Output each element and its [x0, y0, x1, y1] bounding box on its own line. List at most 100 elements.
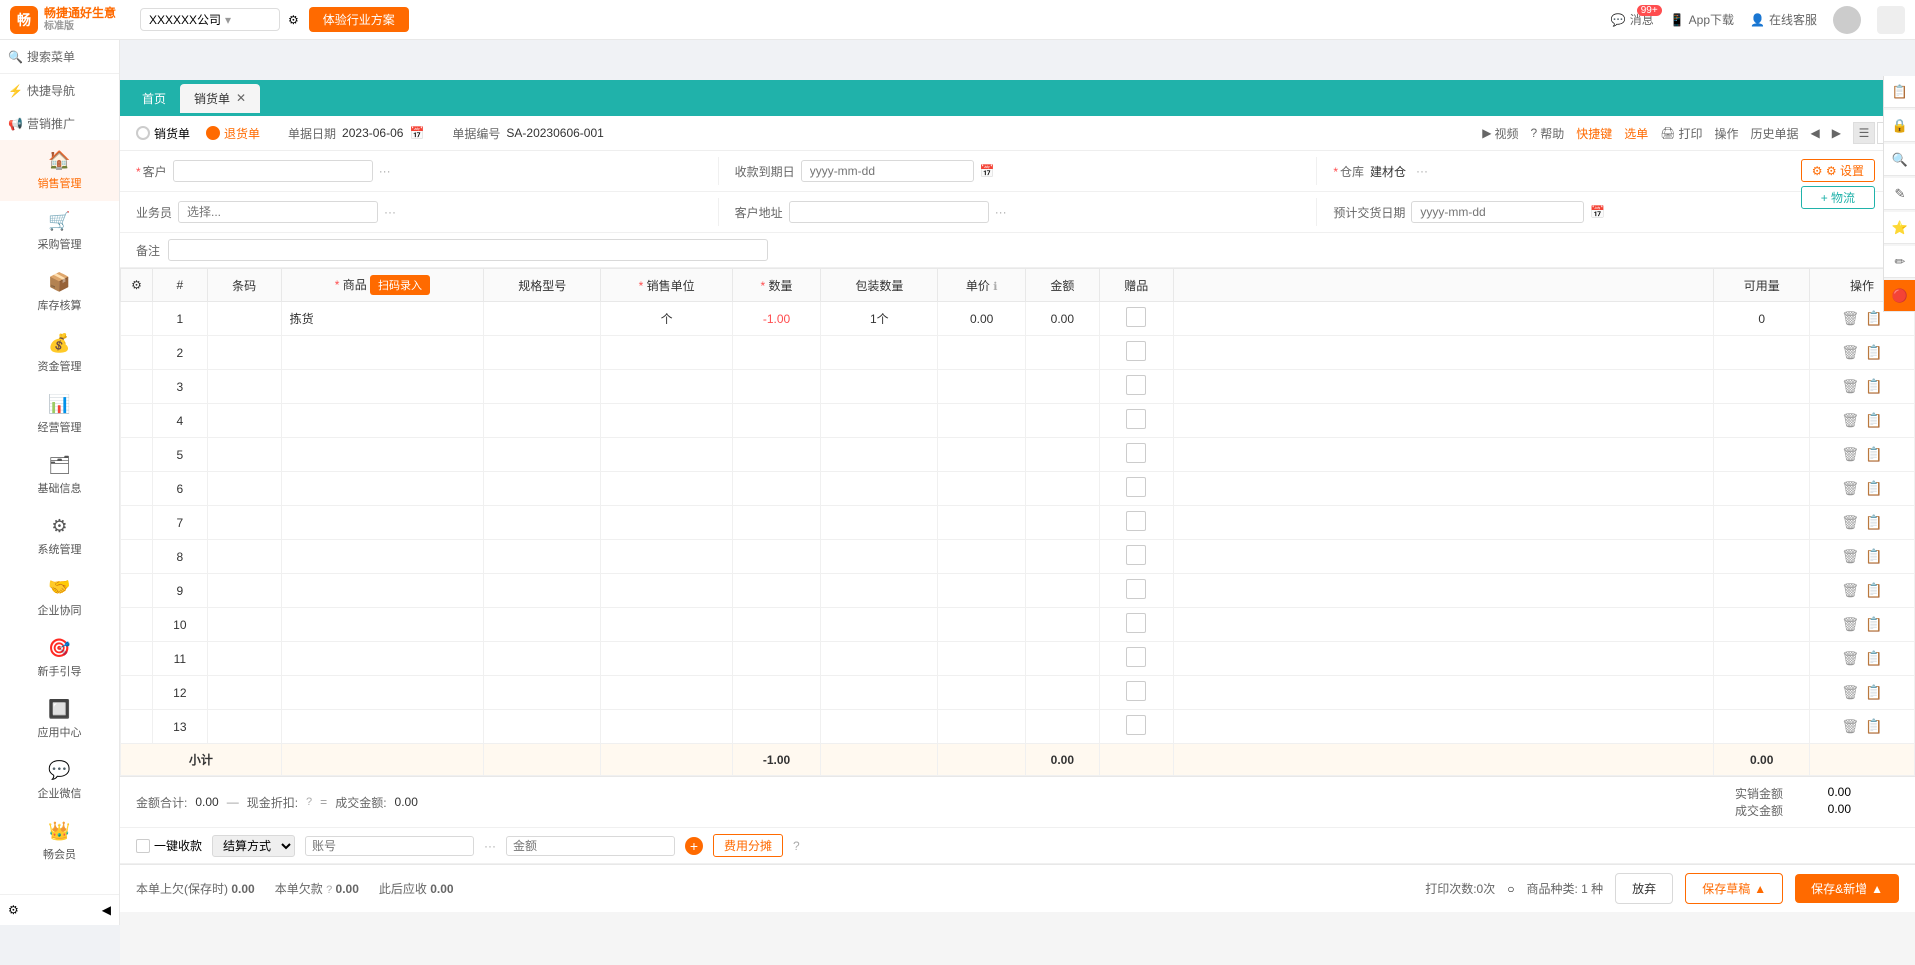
salesperson-input[interactable]	[178, 201, 378, 223]
row-gift-0[interactable]	[1099, 302, 1173, 336]
gift-checkbox-4[interactable]	[1126, 443, 1146, 463]
row-unit-price-10[interactable]	[938, 642, 1025, 676]
row-spec-6[interactable]	[484, 506, 601, 540]
copy-icon-10[interactable]: 📋	[1865, 650, 1882, 667]
row-product-10[interactable]	[281, 642, 483, 676]
sidebar-item-quick-nav[interactable]: ⚡ 快捷导航	[0, 74, 119, 107]
side-panel-btn-3[interactable]: 🔍	[1884, 144, 1915, 176]
row-product-0[interactable]: 拣货	[281, 302, 483, 336]
row-qty-5[interactable]	[732, 472, 820, 506]
sidebar-item-app-center[interactable]: 🔲 应用中心	[0, 689, 119, 750]
delete-icon-5[interactable]: 🗑	[1841, 480, 1859, 497]
side-panel-btn-5[interactable]: ⭐	[1884, 212, 1915, 244]
discount-info-icon[interactable]: ?	[306, 796, 312, 808]
row-barcode-12[interactable]	[207, 710, 281, 744]
gift-checkbox-11[interactable]	[1126, 681, 1146, 701]
row-gift-2[interactable]	[1099, 370, 1173, 404]
row-unit-7[interactable]	[601, 540, 733, 574]
row-barcode-6[interactable]	[207, 506, 281, 540]
delivery-date-input[interactable]	[1411, 201, 1584, 223]
row-unit-9[interactable]	[601, 608, 733, 642]
row-gift-11[interactable]	[1099, 676, 1173, 710]
delete-icon-10[interactable]: 🗑	[1841, 650, 1859, 667]
amount-input[interactable]	[506, 836, 675, 856]
row-unit-price-0[interactable]: 0.00	[938, 302, 1025, 336]
delete-icon-3[interactable]: 🗑	[1841, 412, 1859, 429]
row-barcode-5[interactable]	[207, 472, 281, 506]
row-spec-3[interactable]	[484, 404, 601, 438]
row-unit-11[interactable]	[601, 676, 733, 710]
gift-checkbox-7[interactable]	[1126, 545, 1146, 565]
row-gift-3[interactable]	[1099, 404, 1173, 438]
row-gift-8[interactable]	[1099, 574, 1173, 608]
expense-split-button[interactable]: 费用分摊	[713, 834, 783, 857]
delete-icon-0[interactable]: 🗑	[1841, 310, 1859, 327]
row-spec-0[interactable]	[484, 302, 601, 336]
row-amount-0[interactable]: 0.00	[1025, 302, 1099, 336]
row-gift-9[interactable]	[1099, 608, 1173, 642]
row-product-5[interactable]	[281, 472, 483, 506]
row-gift-6[interactable]	[1099, 506, 1173, 540]
row-product-7[interactable]	[281, 540, 483, 574]
row-amount-2[interactable]	[1025, 370, 1099, 404]
gift-checkbox-1[interactable]	[1126, 341, 1146, 361]
history-button[interactable]: 历史单据	[1751, 125, 1799, 142]
gift-checkbox-10[interactable]	[1126, 647, 1146, 667]
next-icon[interactable]: ▶	[1832, 126, 1841, 140]
row-product-3[interactable]	[281, 404, 483, 438]
row-pkg-qty-10[interactable]	[821, 642, 938, 676]
row-product-8[interactable]	[281, 574, 483, 608]
print-button[interactable]: 🖨 打印	[1660, 125, 1702, 142]
row-unit-price-1[interactable]	[938, 336, 1025, 370]
row-pkg-qty-11[interactable]	[821, 676, 938, 710]
gift-checkbox-2[interactable]	[1126, 375, 1146, 395]
sidebar-collapse-icon[interactable]: ◀	[102, 903, 111, 917]
row-unit-price-5[interactable]	[938, 472, 1025, 506]
row-unit-price-3[interactable]	[938, 404, 1025, 438]
row-unit-2[interactable]	[601, 370, 733, 404]
shortcut-button[interactable]: 快捷键	[1576, 125, 1612, 142]
copy-icon-7[interactable]: 📋	[1865, 548, 1882, 565]
row-unit-0[interactable]: 个	[601, 302, 733, 336]
add-payment-button[interactable]: +	[685, 837, 703, 855]
operate-button[interactable]: 操作	[1715, 125, 1739, 142]
row-amount-8[interactable]	[1025, 574, 1099, 608]
row-product-12[interactable]	[281, 710, 483, 744]
payment-due-input[interactable]	[801, 160, 974, 182]
sidebar-item-purchase[interactable]: 🛒 采购管理	[0, 201, 119, 262]
row-gift-12[interactable]	[1099, 710, 1173, 744]
sidebar-item-system[interactable]: ⚙ 系统管理	[0, 506, 119, 567]
gift-checkbox-6[interactable]	[1126, 511, 1146, 531]
sidebar-item-operations[interactable]: 📊 经营管理	[0, 384, 119, 445]
tab-sales-order[interactable]: 销货单 ✕	[180, 84, 260, 113]
row-gift-4[interactable]	[1099, 438, 1173, 472]
row-unit-price-12[interactable]	[938, 710, 1025, 744]
row-spec-1[interactable]	[484, 336, 601, 370]
row-pkg-qty-4[interactable]	[821, 438, 938, 472]
row-pkg-qty-6[interactable]	[821, 506, 938, 540]
delete-icon-6[interactable]: 🗑	[1841, 514, 1859, 531]
customer-address-input[interactable]	[789, 201, 989, 223]
save-new-button[interactable]: 保存&新增 ▲	[1795, 874, 1899, 903]
row-gift-5[interactable]	[1099, 472, 1173, 506]
row-qty-11[interactable]	[732, 676, 820, 710]
row-pkg-qty-5[interactable]	[821, 472, 938, 506]
row-unit-8[interactable]	[601, 574, 733, 608]
side-panel-btn-7[interactable]: 🔴	[1884, 280, 1915, 312]
delete-icon-1[interactable]: 🗑	[1841, 344, 1859, 361]
row-barcode-7[interactable]	[207, 540, 281, 574]
row-pkg-qty-12[interactable]	[821, 710, 938, 744]
row-amount-4[interactable]	[1025, 438, 1099, 472]
delete-icon-4[interactable]: 🗑	[1841, 446, 1859, 463]
row-qty-8[interactable]	[732, 574, 820, 608]
sidebar-item-member[interactable]: 👑 畅会员	[0, 811, 119, 872]
side-panel-btn-4[interactable]: ✎	[1884, 178, 1915, 210]
copy-icon-0[interactable]: 📋	[1865, 310, 1882, 327]
row-unit-4[interactable]	[601, 438, 733, 472]
salesperson-dots-icon[interactable]: ···	[384, 205, 396, 219]
row-spec-9[interactable]	[484, 608, 601, 642]
row-unit-price-11[interactable]	[938, 676, 1025, 710]
row-pkg-qty-9[interactable]	[821, 608, 938, 642]
row-amount-3[interactable]	[1025, 404, 1099, 438]
row-unit-5[interactable]	[601, 472, 733, 506]
